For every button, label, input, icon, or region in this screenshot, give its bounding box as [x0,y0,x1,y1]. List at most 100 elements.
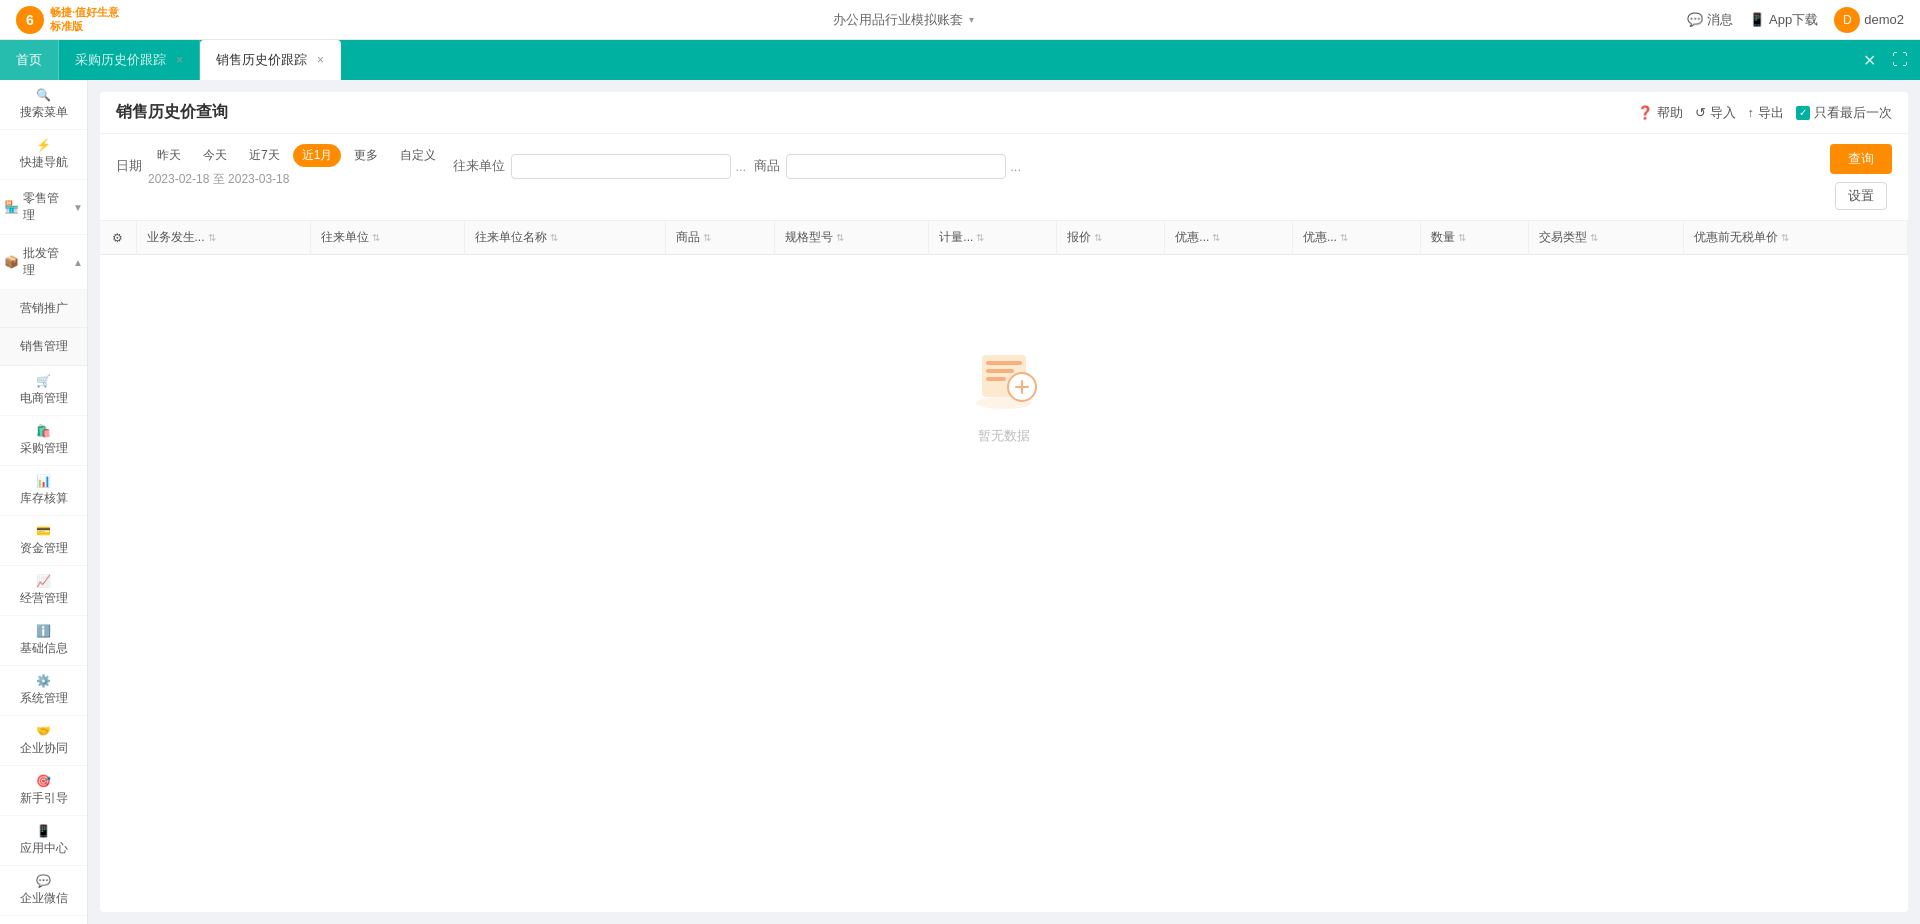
sidebar-group-retail: 🏪 零售管理 ▼ [0,180,87,235]
tab-purchase-close[interactable]: × [176,53,183,67]
counterpart-browse-btn[interactable]: ... [735,159,746,174]
sidebar-item-shortcut[interactable]: ⚡ 快捷导航 [0,130,87,180]
sidebar-item-purchase[interactable]: 🛍️ 采购管理 [0,416,87,466]
col-trade-type[interactable]: 交易类型⇅ [1528,221,1683,255]
goods-browse-btn[interactable]: ... [1010,159,1021,174]
export-btn[interactable]: ↑ 导出 [1748,104,1785,122]
download-icon: 📱 [1749,12,1765,27]
query-button[interactable]: 查询 [1830,144,1892,174]
sidebar-wechat-label: 企业微信 [20,890,68,907]
filter-actions: 查询 设置 [1830,144,1892,210]
goods-input-group: ... [786,154,1021,179]
user-menu[interactable]: D demo2 [1834,7,1904,33]
sidebar-sales-label: 销售管理 [20,338,68,355]
import-icon: ↺ [1695,105,1706,120]
workspace-dropdown-icon[interactable]: ▾ [969,14,974,25]
export-icon: ↑ [1748,105,1755,120]
logo-icon: 6 [16,6,44,34]
tab-home[interactable]: 首页 [0,40,59,80]
sidebar-item-ecommerce[interactable]: 🛒 电商管理 [0,366,87,416]
counterpart-filter: 往来单位 ... [453,154,746,179]
page-content: 销售历史价查询 ❓ 帮助 ↺ 导入 ↑ 导出 [88,80,1920,924]
col-biz-date[interactable]: 业务发生...⇅ [136,221,310,255]
user-avatar: D [1834,7,1860,33]
basic-info-icon: ℹ️ [36,624,51,638]
col-discount1[interactable]: 优惠...⇅ [1165,221,1293,255]
sort-icon-biz-date: ⇅ [208,232,216,243]
workspace-selector[interactable]: 办公用品行业模拟账套 ▾ [833,11,974,29]
col-price[interactable]: 报价⇅ [1057,221,1165,255]
app-download-btn[interactable]: 📱 App下载 [1749,11,1818,29]
date-pill-today[interactable]: 今天 [194,144,236,167]
sidebar-item-finance[interactable]: 💳 资金管理 [0,516,87,566]
sidebar-finance-label: 资金管理 [20,540,68,557]
sidebar-item-system[interactable]: ⚙️ 系统管理 [0,666,87,716]
sidebar-inventory-label: 库存核算 [20,490,68,507]
col-counterpart-name[interactable]: 往来单位名称⇅ [465,221,666,255]
tab-bar: 首页 采购历史价跟踪 × 销售历史价跟踪 × ✕ ⛶ [0,40,1920,80]
col-unit[interactable]: 计量...⇅ [929,221,1057,255]
empty-icon [964,335,1044,415]
sidebar-item-appstore[interactable]: 📱 应用中心 [0,816,87,866]
tab-purchase-label: 采购历史价跟踪 [75,51,166,69]
date-pill-custom[interactable]: 自定义 [391,144,445,167]
table-header-row: ⚙ 业务发生...⇅ 往来单位⇅ 往来单位名称⇅ [100,221,1908,255]
sidebar-item-sales-mgmt[interactable]: 销售管理 [0,328,87,366]
logo-area: 6 畅捷·值好生意 标准版 [16,6,119,34]
sidebar-item-basic-info[interactable]: ℹ️ 基础信息 [0,616,87,666]
last-only-checkbox[interactable]: ✓ [1796,106,1810,120]
counterpart-label: 往来单位 [453,157,505,175]
col-spec[interactable]: 规格型号⇅ [774,221,929,255]
sidebar-item-inventory[interactable]: 📊 库存核算 [0,466,87,516]
sidebar-item-enterprise[interactable]: 🤝 企业协同 [0,716,87,766]
data-table: ⚙ 业务发生...⇅ 往来单位⇅ 往来单位名称⇅ [100,221,1908,255]
enterprise-icon: 🤝 [36,724,51,738]
sidebar-item-member[interactable]: 👑 畅会员 [0,916,87,924]
help-btn[interactable]: ❓ 帮助 [1637,104,1683,122]
sidebar-item-operations[interactable]: 📈 经营管理 [0,566,87,616]
sort-icon-trade: ⇅ [1590,232,1598,243]
export-label: 导出 [1758,104,1784,122]
page-header: 销售历史价查询 ❓ 帮助 ↺ 导入 ↑ 导出 [100,92,1908,134]
date-pill-last7[interactable]: 近7天 [240,144,289,167]
svg-rect-4 [986,377,1006,381]
col-settings[interactable]: ⚙ [100,221,136,255]
empty-text: 暂无数据 [978,427,1030,445]
sidebar-item-retail[interactable]: 🏪 零售管理 ▼ [0,180,87,235]
help-icon: ❓ [1637,105,1653,120]
date-pill-more[interactable]: 更多 [345,144,387,167]
sidebar-item-guide[interactable]: 🎯 新手引导 [0,766,87,816]
sidebar-wholesale-label: 批发管理 [23,245,69,279]
col-counterpart-code[interactable]: 往来单位⇅ [310,221,465,255]
svg-rect-2 [986,361,1022,365]
last-only-option[interactable]: ✓ 只看最后一次 [1796,104,1892,122]
date-pill-yesterday[interactable]: 昨天 [148,144,190,167]
goods-input[interactable] [786,154,1006,179]
counterpart-input[interactable] [511,154,731,179]
sidebar-item-wechat[interactable]: 💬 企业微信 [0,866,87,916]
sidebar-item-wholesale[interactable]: 📦 批发管理 ▲ [0,235,87,290]
date-pill-last1m[interactable]: 近1月 [293,144,342,167]
tab-sales[interactable]: 销售历史价跟踪 × [200,40,341,80]
settings-button[interactable]: 设置 [1835,182,1887,210]
tab-purchase[interactable]: 采购历史价跟踪 × [59,40,200,80]
message-btn[interactable]: 💬 消息 [1687,11,1733,29]
col-discount2[interactable]: 优惠...⇅ [1292,221,1420,255]
sidebar-group-wholesale: 📦 批发管理 ▲ 营销推广 销售管理 [0,235,87,366]
sort-icon-quantity: ⇅ [1458,232,1466,243]
tab-close-all-btn[interactable]: ✕ [1859,47,1880,74]
import-btn[interactable]: ↺ 导入 [1695,104,1736,122]
retail-icon: 🏪 [4,200,19,214]
sidebar-purchase-label: 采购管理 [20,440,68,457]
sidebar-item-search[interactable]: 🔍 搜索菜单 [0,80,87,130]
sidebar-item-marketing[interactable]: 营销推广 [0,290,87,328]
col-goods[interactable]: 商品⇅ [666,221,774,255]
top-bar-right: 💬 消息 📱 App下载 D demo2 [1687,7,1904,33]
date-filter-block: 昨天 今天 近7天 近1月 更多 自定义 2023-02-18 至 2023-0… [148,144,445,188]
col-pre-tax-price[interactable]: 优惠前无税单价⇅ [1683,221,1907,255]
tab-sales-close[interactable]: × [317,53,324,67]
tab-fullscreen-btn[interactable]: ⛶ [1888,47,1912,73]
sort-icon-goods: ⇅ [703,232,711,243]
shortcut-icon: ⚡ [36,138,51,152]
col-quantity[interactable]: 数量⇅ [1420,221,1528,255]
